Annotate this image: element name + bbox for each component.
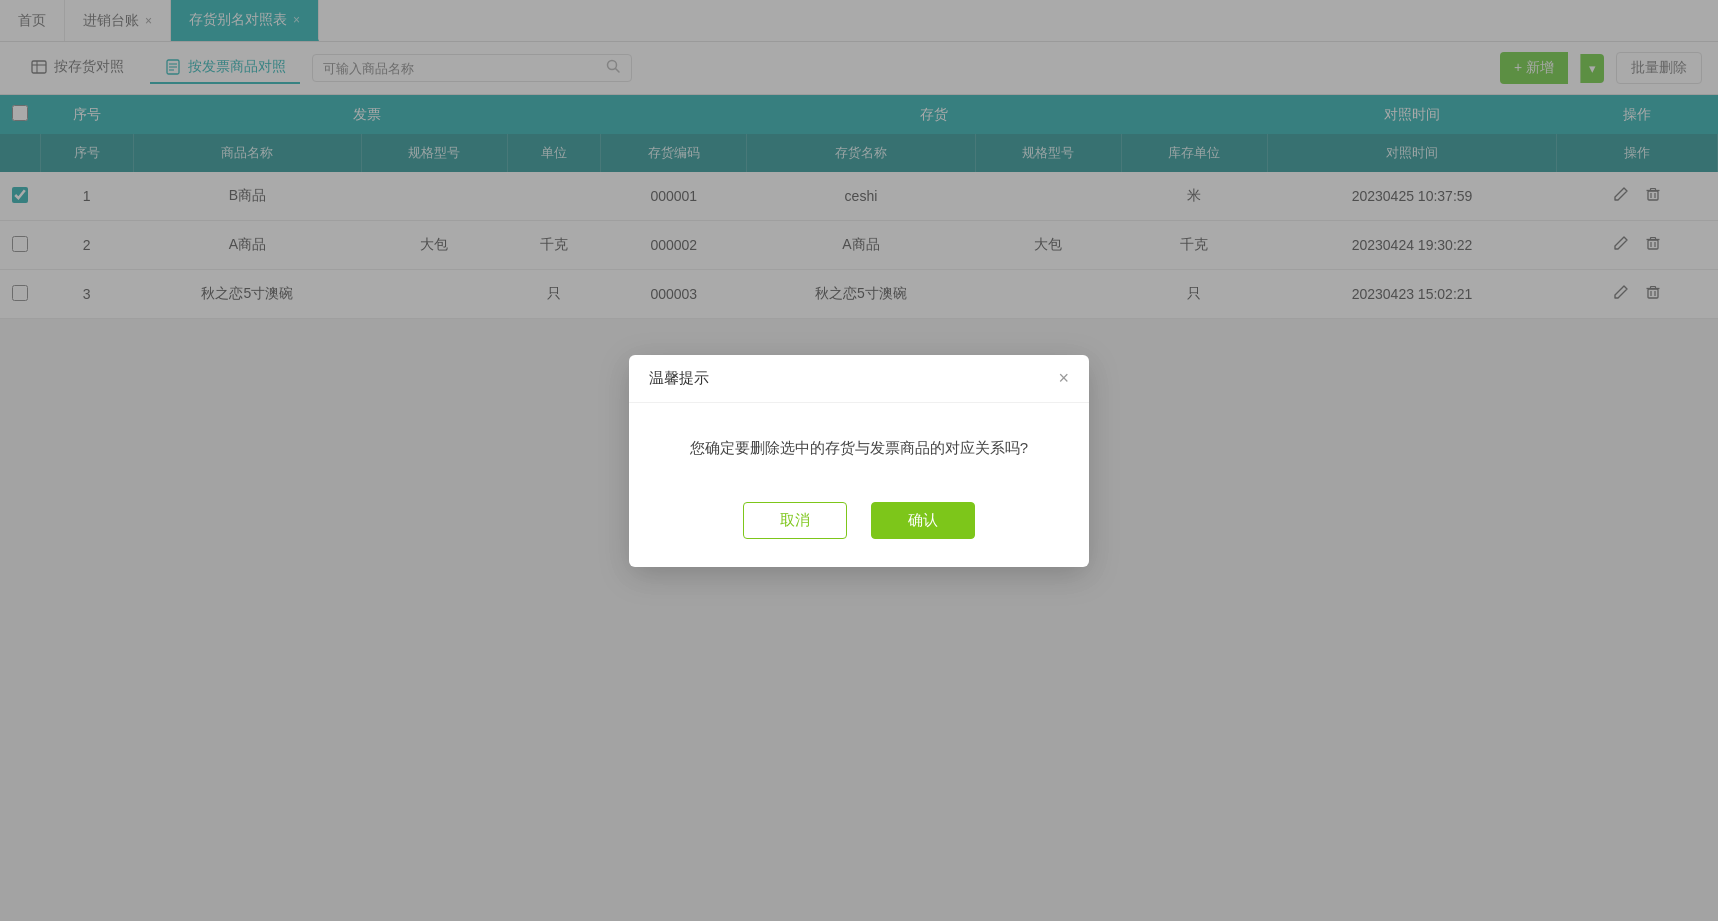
- modal-overlay: 温馨提示 × 您确定要删除选中的存货与发票商品的对应关系吗? 取消 确认: [0, 0, 1718, 319]
